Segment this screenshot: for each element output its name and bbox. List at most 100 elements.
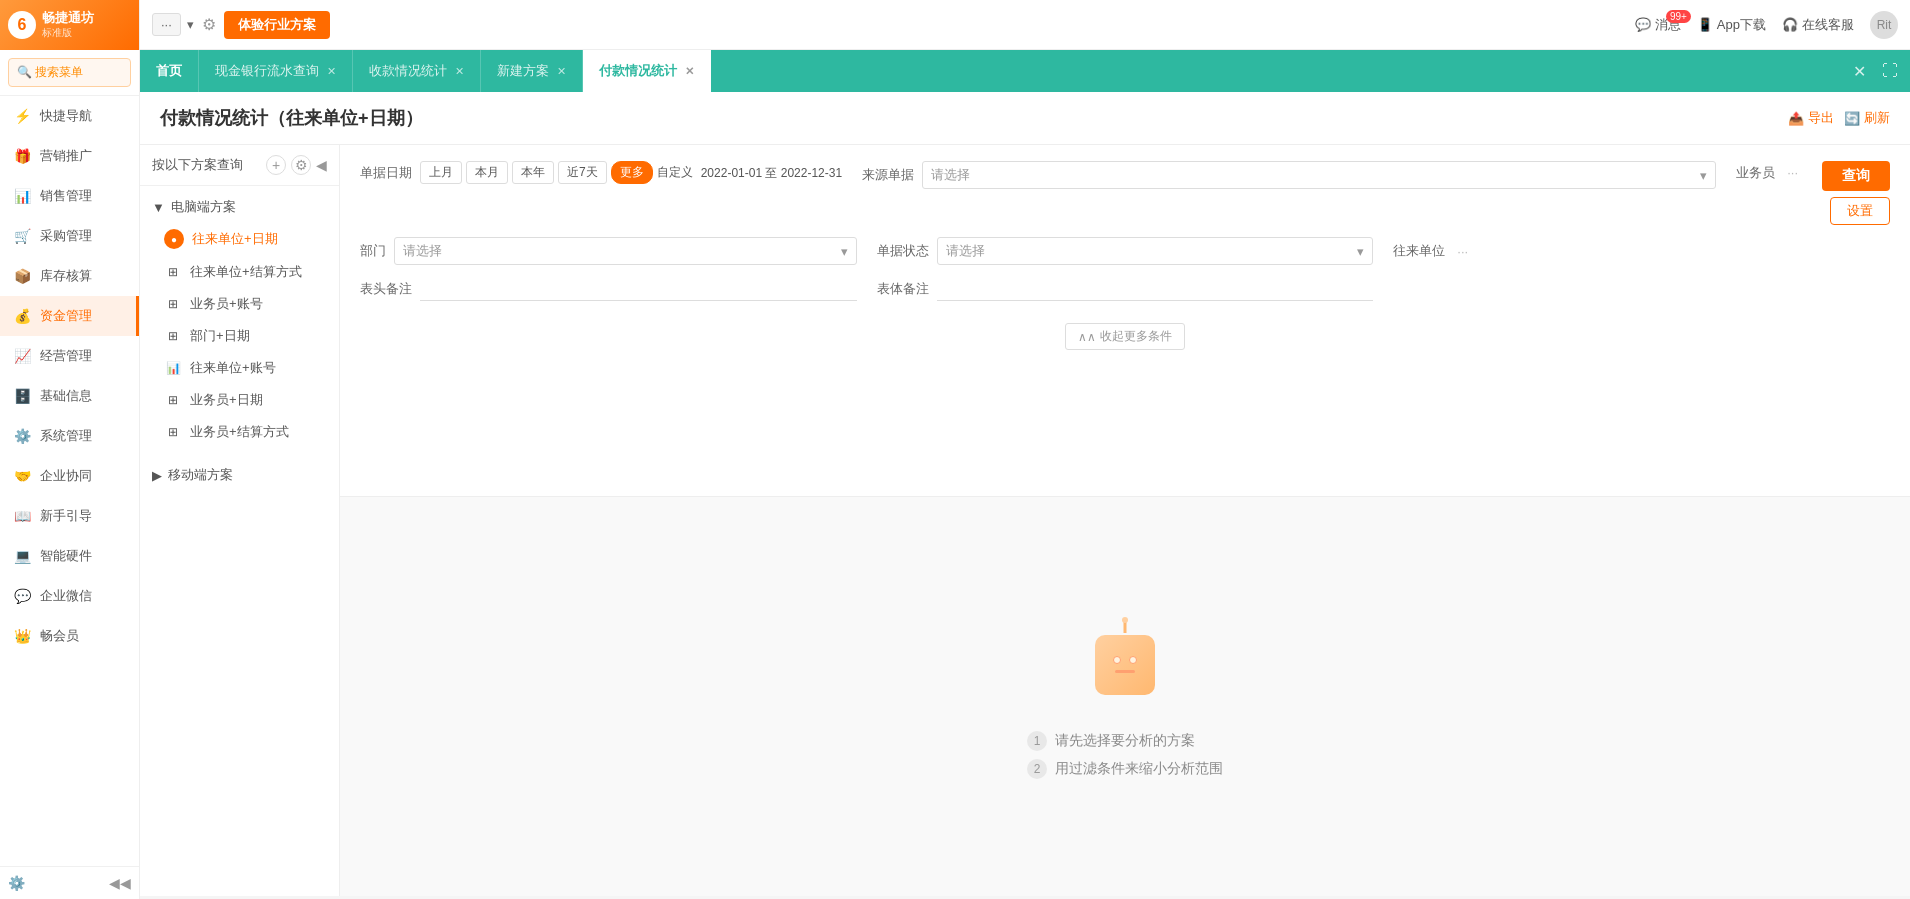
- date-range-display: 2022-01-01 至 2022-12-31: [701, 165, 842, 182]
- tab-home[interactable]: 首页: [140, 50, 199, 92]
- sidebar-item-quick-nav[interactable]: ⚡快捷导航: [0, 96, 139, 136]
- nav-icon-system: ⚙️: [12, 426, 32, 446]
- message-btn[interactable]: 💬 消息 99+: [1635, 16, 1681, 34]
- tab-label-payment-stats: 付款情况统计: [599, 62, 677, 80]
- scheme-table-icon: ⊞: [164, 263, 182, 281]
- settings-button[interactable]: 设置: [1830, 197, 1890, 225]
- sidebar-item-inventory[interactable]: 📦库存核算: [0, 256, 139, 296]
- sidebar-item-operation[interactable]: 📈经营管理: [0, 336, 139, 376]
- sidebar-item-guide[interactable]: 📖新手引导: [0, 496, 139, 536]
- sidebar-item-collab[interactable]: 🤝企业协同: [0, 456, 139, 496]
- custom-date-label[interactable]: 自定义: [657, 164, 693, 181]
- scheme-chart-icon: 📊: [164, 359, 182, 377]
- body-note-input[interactable]: [937, 277, 1374, 301]
- service-btn[interactable]: 🎧 在线客服: [1782, 16, 1854, 34]
- header-note-label: 表头备注: [360, 280, 412, 298]
- footer-collapse-icon[interactable]: ◀◀: [109, 875, 131, 891]
- tab-close-payment-stats[interactable]: ✕: [685, 65, 694, 78]
- tab-close-new-scheme[interactable]: ✕: [557, 65, 566, 78]
- hint-num-2: 2: [1027, 759, 1047, 779]
- company-selector[interactable]: ··· ▾: [152, 13, 194, 36]
- app-download-btn[interactable]: 📱 App下载: [1697, 16, 1766, 34]
- tab-label-bank-flow: 现金银行流水查询: [215, 62, 319, 80]
- collapse-bar: ∧∧ 收起更多条件: [360, 313, 1890, 360]
- nav-icon-hardware: 💻: [12, 546, 32, 566]
- scheme-group-arrow: ▼: [152, 200, 165, 215]
- scheme-item-dept-date[interactable]: ⊞ 部门+日期: [140, 320, 339, 352]
- page-actions: 📤 导出 🔄 刷新: [1788, 109, 1890, 127]
- sidebar-item-base-info[interactable]: 🗄️基础信息: [0, 376, 139, 416]
- query-button[interactable]: 查询: [1822, 161, 1890, 191]
- tab-payment-stats[interactable]: 付款情况统计 ✕: [583, 50, 711, 92]
- result-area: 1 请先选择要分析的方案 2 用过滤条件来缩小分析范围: [340, 496, 1910, 896]
- date-buttons: 上月 本月 本年 近7天 更多 自定义: [420, 161, 693, 184]
- last-7-days-btn[interactable]: 近7天: [558, 161, 607, 184]
- tab-close-bank-flow[interactable]: ✕: [327, 65, 336, 78]
- sidebar-item-weixin[interactable]: 💬企业微信: [0, 576, 139, 616]
- scheme-group-arrow: ▶: [152, 468, 162, 483]
- sidebar-item-system[interactable]: ⚙️系统管理: [0, 416, 139, 456]
- scheme-item-staff-account[interactable]: ⊞ 业务员+账号: [140, 288, 339, 320]
- maximize-icon[interactable]: ⛶: [1878, 58, 1902, 84]
- nav-label-guide: 新手引导: [40, 507, 92, 525]
- nav-label-sales: 销售管理: [40, 187, 92, 205]
- close-all-tabs-icon[interactable]: ✕: [1849, 58, 1870, 85]
- refresh-button[interactable]: 🔄 刷新: [1844, 109, 1890, 127]
- voucher-status-select[interactable]: 请选择 ▾: [937, 237, 1374, 265]
- sidebar-item-capital[interactable]: 💰资金管理: [0, 296, 139, 336]
- this-month-btn[interactable]: 本月: [466, 161, 508, 184]
- voucher-status-label: 单据状态: [877, 242, 929, 260]
- voucher-status-field: 单据状态 请选择 ▾: [877, 237, 1374, 265]
- more-dates-btn[interactable]: 更多: [611, 161, 653, 184]
- scheme-item-partner-settle[interactable]: ⊞ 往来单位+结算方式: [140, 256, 339, 288]
- header-note-input[interactable]: [420, 277, 857, 301]
- service-label: 在线客服: [1802, 16, 1854, 34]
- sidebar-item-purchase[interactable]: 🛒采购管理: [0, 216, 139, 256]
- tab-bank-flow[interactable]: 现金银行流水查询 ✕: [199, 50, 353, 92]
- scheme-add-button[interactable]: +: [266, 155, 286, 175]
- scheme-item-staff-date[interactable]: ⊞ 业务员+日期: [140, 384, 339, 416]
- search-menu-button[interactable]: 🔍 搜索菜单: [8, 58, 131, 87]
- sidebar-item-vip[interactable]: 👑畅会员: [0, 616, 139, 656]
- tab-receipt-stats[interactable]: 收款情况统计✕: [353, 50, 481, 92]
- tabbar-right: ✕ ⛶: [1849, 58, 1910, 85]
- this-year-btn[interactable]: 本年: [512, 161, 554, 184]
- hint-num-1: 1: [1027, 731, 1047, 751]
- scheme-item-label: 业务员+账号: [190, 295, 263, 313]
- scheme-item-partner-date[interactable]: ● 往来单位+日期: [140, 222, 339, 256]
- user-avatar[interactable]: Rit: [1870, 11, 1898, 39]
- export-button[interactable]: 📤 导出: [1788, 109, 1834, 127]
- source-select[interactable]: 请选择 ▾: [922, 161, 1716, 189]
- scheme-item-staff-settle[interactable]: ⊞ 业务员+结算方式: [140, 416, 339, 448]
- sidebar: 6 畅捷通坊 标准版 🔍 搜索菜单 ⚡快捷导航🎁营销推广📊销售管理🛒采购管理📦库…: [0, 0, 140, 899]
- footer-settings-icon[interactable]: ⚙️: [8, 875, 25, 891]
- scheme-collapse-button[interactable]: ◀: [316, 157, 327, 173]
- page-title: 付款情况统计（往来单位+日期）: [160, 106, 423, 130]
- scheme-item-label: 业务员+日期: [190, 391, 263, 409]
- scheme-settings-button[interactable]: ⚙: [291, 155, 311, 175]
- trial-button[interactable]: 体验行业方案: [224, 11, 330, 39]
- topbar-settings-icon[interactable]: ⚙: [202, 15, 216, 34]
- staff-input[interactable]: ···: [1783, 161, 1802, 184]
- sidebar-item-marketing[interactable]: 🎁营销推广: [0, 136, 139, 176]
- scheme-group-desktop-title[interactable]: ▼ 电脑端方案: [140, 192, 339, 222]
- topbar: ··· ▾ ⚙ 体验行业方案 💬 消息 99+ 📱 App下载 🎧 在线客服 R…: [140, 0, 1910, 50]
- dept-field: 部门 请选择 ▾: [360, 237, 857, 265]
- company-dropdown-icon[interactable]: ▾: [187, 17, 194, 32]
- partner-input[interactable]: ···: [1453, 240, 1472, 263]
- robot-icon: [1095, 635, 1155, 695]
- scheme-item-partner-account[interactable]: 📊 往来单位+账号: [140, 352, 339, 384]
- voucher-status-placeholder: 请选择: [946, 242, 985, 260]
- voucher-status-dropdown-icon: ▾: [1357, 244, 1364, 259]
- tab-close-receipt-stats[interactable]: ✕: [455, 65, 464, 78]
- last-month-btn[interactable]: 上月: [420, 161, 462, 184]
- tab-new-scheme[interactable]: 新建方案✕: [481, 50, 583, 92]
- sidebar-item-sales[interactable]: 📊销售管理: [0, 176, 139, 216]
- dept-select[interactable]: 请选择 ▾: [394, 237, 857, 265]
- collapse-button[interactable]: ∧∧ 收起更多条件: [1065, 323, 1185, 350]
- source-label: 来源单据: [862, 166, 914, 184]
- nav-icon-operation: 📈: [12, 346, 32, 366]
- scheme-group-mobile-title[interactable]: ▶ 移动端方案: [140, 460, 339, 490]
- sidebar-item-hardware[interactable]: 💻智能硬件: [0, 536, 139, 576]
- nav-icon-capital: 💰: [12, 306, 32, 326]
